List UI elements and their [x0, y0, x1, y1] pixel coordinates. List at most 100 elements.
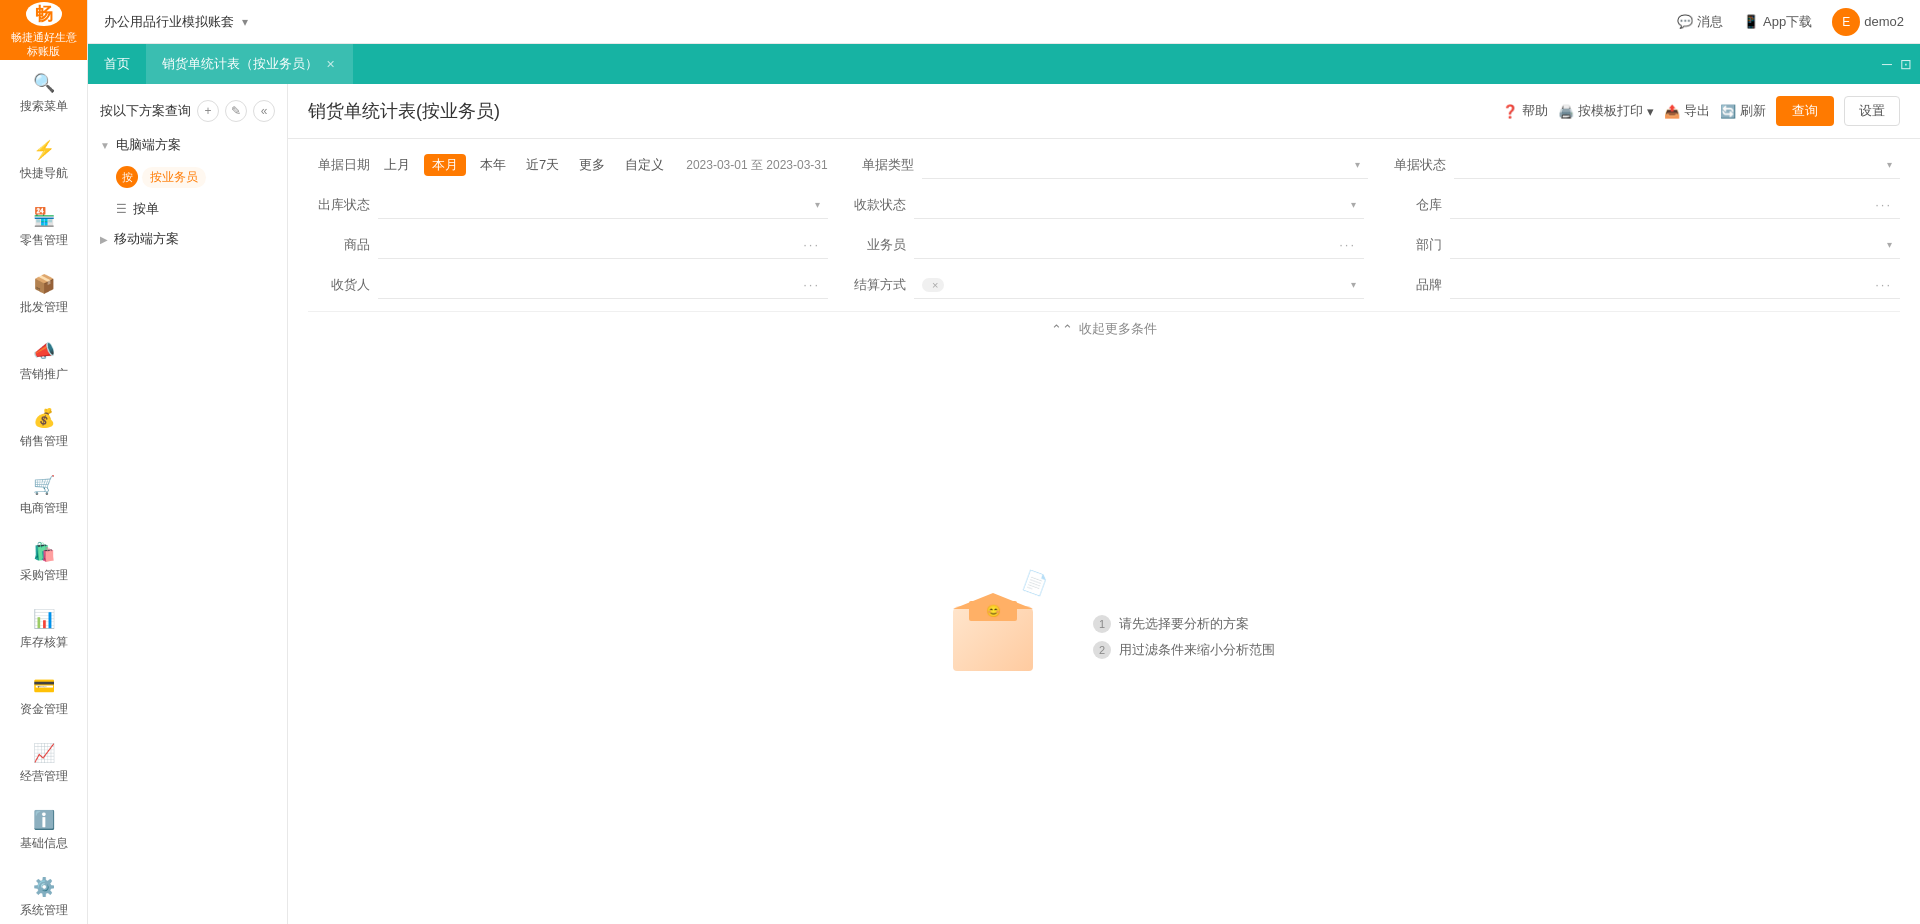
add-scheme-btn[interactable]: +: [197, 100, 219, 122]
type-dropdown-icon: ▾: [1355, 159, 1360, 170]
edit-scheme-btn[interactable]: ✎: [225, 100, 247, 122]
sidebar-item-basic[interactable]: ℹ️ 基础信息: [0, 797, 87, 864]
page-header: 销货单统计表(按业务员) ❓ 帮助 🖨️ 按模板打印 ▾ 📤: [288, 84, 1920, 139]
product-label: 商品: [308, 236, 378, 254]
tab-home[interactable]: 首页: [88, 44, 146, 84]
content-area: 按以下方案查询 + ✎ « ▼ 电脑端方案 按 按业务员 ☰ 按单: [88, 84, 1920, 924]
collect-field[interactable]: ▾: [914, 191, 1364, 219]
tree-item-by-salesman[interactable]: 按 按业务员: [88, 160, 287, 194]
status-field[interactable]: ▾: [1454, 151, 1900, 179]
main-body: 😊 📄 1 请先选择要分析的方案: [288, 358, 1920, 924]
download-icon: 📱: [1743, 14, 1759, 29]
sidebar-item-sales[interactable]: 💰 销售管理: [0, 395, 87, 462]
date-tab-thismonth[interactable]: 本月: [424, 154, 466, 176]
brand-dots-icon: ···: [1875, 277, 1892, 292]
sidebar-item-marketing[interactable]: 📣 营销推广: [0, 328, 87, 395]
page-title: 销货单统计表(按业务员): [308, 99, 500, 123]
tab-close-icon[interactable]: ✕: [324, 56, 337, 73]
date-tab-7days[interactable]: 近7天: [520, 154, 565, 176]
brand-field[interactable]: ···: [1450, 271, 1900, 299]
download-btn[interactable]: 📱 App下载: [1743, 13, 1812, 31]
quicknav-icon: ⚡: [33, 139, 55, 161]
date-tabs: 上月 本月 本年 近7天 更多 自定义 2023-03-01 至 2023-03…: [378, 154, 828, 176]
active-item-icon: 按: [116, 166, 138, 188]
warehouse-dots-icon: ···: [1875, 197, 1892, 212]
tree-mobile-section: ▶ 移动端方案: [88, 224, 287, 254]
arrow-right-icon: ▶: [100, 234, 108, 245]
filter-row-2: 出库状态 ▾ 收款状态 ▾ 仓库 ···: [308, 191, 1900, 219]
settlement-field[interactable]: × ▾: [914, 271, 1364, 299]
salesman-dots-icon: ···: [1339, 237, 1356, 252]
collapse-btn[interactable]: ⌃⌃ 收起更多条件: [308, 311, 1900, 346]
product-field[interactable]: ···: [378, 231, 828, 259]
logo-icon: 畅: [26, 2, 62, 26]
topbar-left: 办公用品行业模拟账套 ▾: [104, 13, 248, 31]
type-cell: 单据类型 ▾: [852, 151, 1368, 179]
query-button[interactable]: 查询: [1776, 96, 1834, 126]
sidebar-item-ecommerce[interactable]: 🛒 电商管理: [0, 462, 87, 529]
tabbar: 首页 销货单统计表（按业务员） ✕ ─ ⊡: [88, 44, 1920, 84]
collapse-panel-btn[interactable]: «: [253, 100, 275, 122]
date-tab-more[interactable]: 更多: [573, 154, 611, 176]
date-tab-lastmonth[interactable]: 上月: [378, 154, 416, 176]
top-dropdown[interactable]: ▾: [242, 15, 248, 29]
collect-dropdown-icon: ▾: [1351, 199, 1356, 210]
print-btn[interactable]: 🖨️ 按模板打印 ▾: [1558, 102, 1654, 120]
sidebar-item-purchase[interactable]: 🛍️ 采购管理: [0, 529, 87, 596]
sidebar-item-finance[interactable]: 💳 资金管理: [0, 663, 87, 730]
tree-item-by-order[interactable]: ☰ 按单: [88, 194, 287, 224]
user-btn[interactable]: E demo2: [1832, 8, 1904, 36]
date-tab-thisyear[interactable]: 本年: [474, 154, 512, 176]
help-icon: ❓: [1502, 104, 1518, 119]
brand-label: 品牌: [1380, 276, 1450, 294]
type-field[interactable]: ▾: [922, 151, 1368, 179]
dept-label: 部门: [1380, 236, 1450, 254]
export-icon: 📤: [1664, 104, 1680, 119]
warehouse-field[interactable]: ···: [1450, 191, 1900, 219]
topbar: 办公用品行业模拟账套 ▾ 💬 消息 📱 App下载 E demo2: [88, 0, 1920, 44]
tip-num-1: 1: [1093, 615, 1111, 633]
status-cell: 单据状态 ▾: [1384, 151, 1900, 179]
operations-icon: 📈: [33, 742, 55, 764]
sidebar-item-inventory[interactable]: 📊 库存核算: [0, 596, 87, 663]
refresh-btn[interactable]: 🔄 刷新: [1720, 102, 1766, 120]
salesman-label: 业务员: [844, 236, 914, 254]
inventory-icon: 📊: [33, 608, 55, 630]
help-btn[interactable]: ❓ 帮助: [1502, 102, 1548, 120]
export-btn[interactable]: 📤 导出: [1664, 102, 1710, 120]
receiver-label: 收货人: [308, 276, 378, 294]
sidebar-item-operations[interactable]: 📈 经营管理: [0, 730, 87, 797]
salesman-field[interactable]: ···: [914, 231, 1364, 259]
sidebar-item-search[interactable]: 🔍 搜索菜单: [0, 60, 87, 127]
filter-section: 单据日期 上月 本月 本年 近7天 更多 自定义 2023-03-01 至 20…: [288, 139, 1920, 358]
tab-report[interactable]: 销货单统计表（按业务员） ✕: [146, 44, 353, 84]
out-field[interactable]: ▾: [378, 191, 828, 219]
dept-field[interactable]: ▾: [1450, 231, 1900, 259]
type-status-row: 单据类型 ▾ 单据状态 ▾: [852, 151, 1900, 179]
sidebar-item-retail[interactable]: 🏪 零售管理: [0, 194, 87, 261]
tab-minimize-icon[interactable]: ─: [1882, 56, 1892, 72]
sidebar: 畅 畅捷通好生意 标账版 🔍 搜索菜单 ⚡ 快捷导航 🏪 零售管理 📦 批发管理…: [0, 0, 88, 924]
settings-button[interactable]: 设置: [1844, 96, 1900, 126]
basic-icon: ℹ️: [33, 809, 55, 831]
settlement-clear-icon[interactable]: ×: [932, 279, 938, 291]
system-icon: ⚙️: [33, 876, 55, 898]
sidebar-item-system[interactable]: ⚙️ 系统管理: [0, 864, 87, 924]
sidebar-item-quicknav[interactable]: ⚡ 快捷导航: [0, 127, 87, 194]
filter-row-4: 收货人 ··· 结算方式 × ▾ 品牌: [308, 271, 1900, 299]
order-icon: ☰: [116, 202, 127, 216]
message-btn[interactable]: 💬 消息: [1677, 13, 1723, 31]
retail-icon: 🏪: [33, 206, 55, 228]
tab-expand-icon[interactable]: ⊡: [1900, 56, 1912, 72]
tip-num-2: 2: [1093, 641, 1111, 659]
receiver-dots-icon: ···: [803, 277, 820, 292]
date-label: 单据日期: [308, 156, 378, 174]
empty-tips: 1 请先选择要分析的方案 2 用过滤条件来缩小分析范围: [1093, 615, 1275, 667]
sidebar-item-wholesale[interactable]: 📦 批发管理: [0, 261, 87, 328]
date-range-text: 2023-03-01 至 2023-03-31: [686, 157, 827, 174]
date-tab-custom[interactable]: 自定义: [619, 154, 670, 176]
receiver-field[interactable]: ···: [378, 271, 828, 299]
sales-icon: 💰: [33, 407, 55, 429]
tree-pc-section: ▼ 电脑端方案: [88, 130, 287, 160]
avatar: E: [1832, 8, 1860, 36]
